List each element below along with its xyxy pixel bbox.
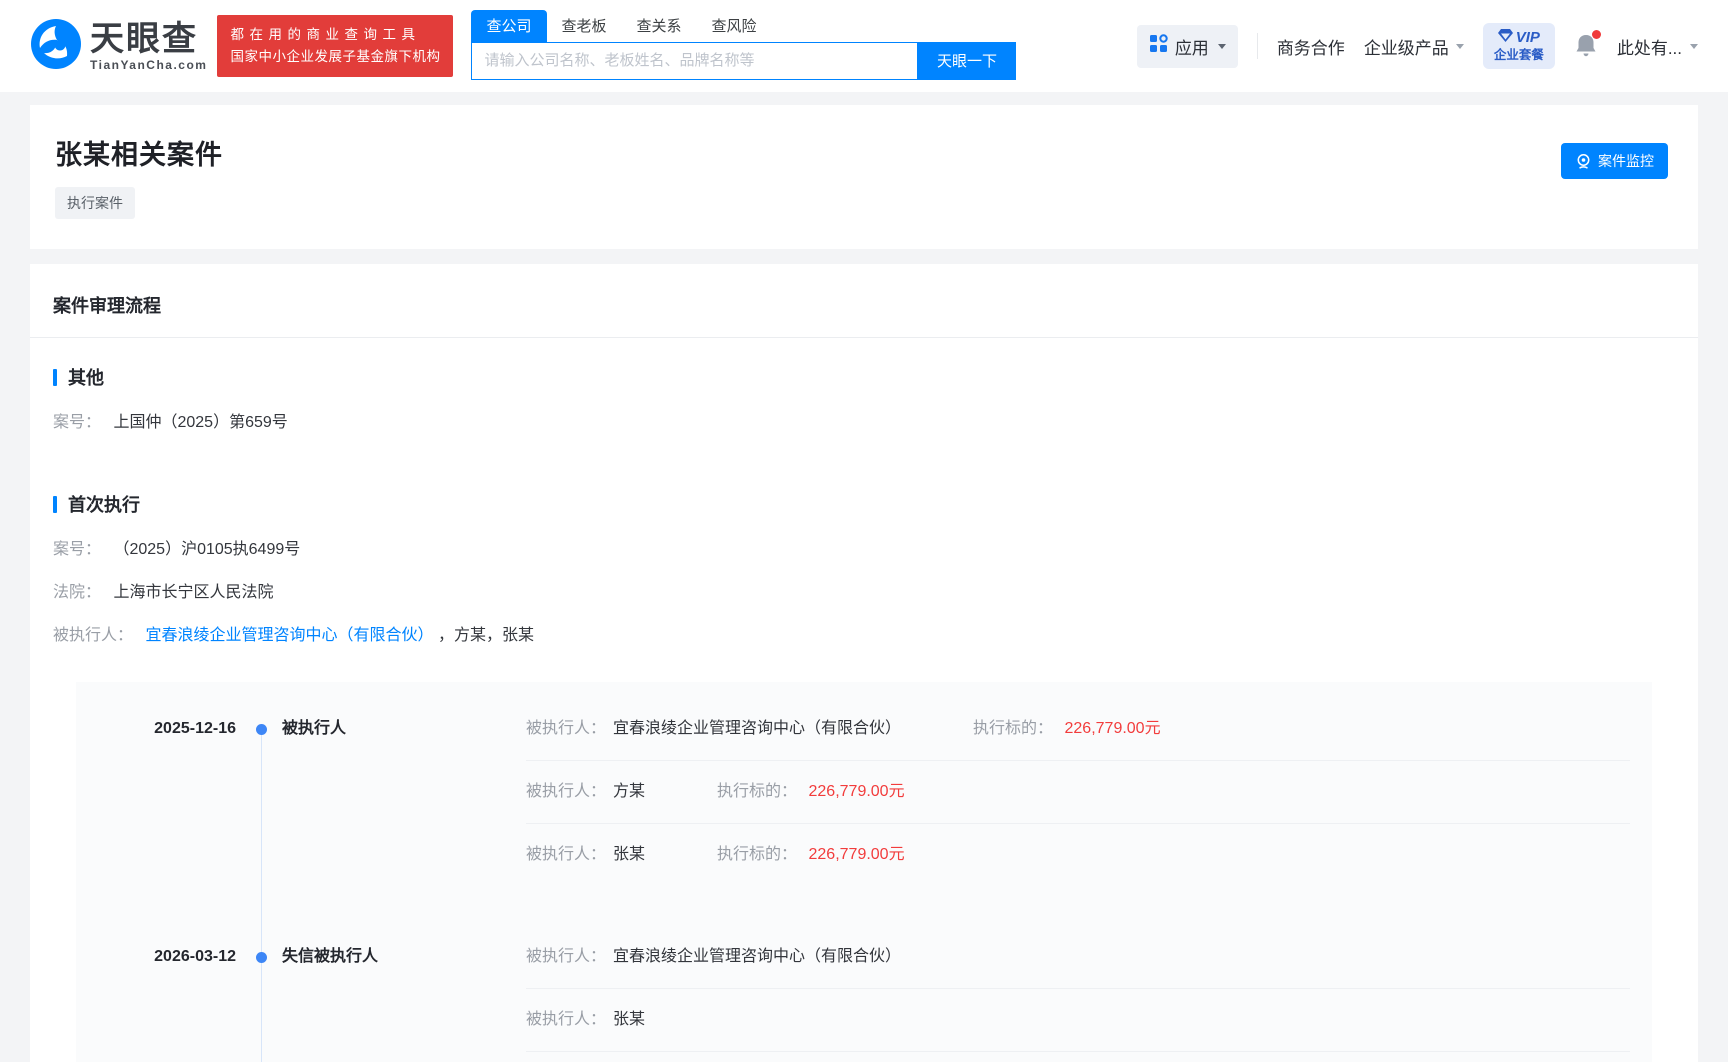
- apps-menu[interactable]: 应用: [1136, 24, 1238, 68]
- person-name: 张某: [613, 1011, 646, 1028]
- amount-value: 226,779.00元: [808, 783, 905, 800]
- row-label: 被执行人：: [526, 783, 607, 800]
- row-label: 被执行人：: [526, 1011, 607, 1028]
- timeline-row: 被执行人： 方某 执行标的： 226,779.00元: [526, 781, 1630, 824]
- case-process-card: 案件审理流程 其他 案号： 上国仲（2025）第659号 首次执行 案号： （2…: [30, 264, 1698, 1062]
- timeline-date: 2026-03-12: [154, 948, 236, 965]
- amount-value: 226,779.00元: [808, 846, 905, 863]
- row-label: 被执行人：: [526, 948, 607, 965]
- field-value: 上国仲（2025）第659号: [113, 414, 288, 431]
- company-link[interactable]: 宜春浪绫企业管理咨询中心（有限合伙）: [613, 946, 901, 968]
- vip-label: VIP: [1515, 28, 1540, 46]
- timeline-event-type: 失信被执行人: [282, 948, 379, 965]
- case-type-tag: 执行案件: [55, 187, 135, 219]
- heading-accent-bar: [53, 368, 57, 386]
- group-heading: 其他: [68, 368, 104, 388]
- company-link[interactable]: 宜春浪绫企业管理咨询中心（有限合伙）: [613, 718, 901, 740]
- case-monitor-button[interactable]: 案件监控: [1561, 143, 1668, 179]
- field-court: 法院： 上海市长宁区人民法院: [53, 583, 1675, 603]
- field-label: 案号：: [53, 541, 102, 558]
- nav-divider: [1256, 33, 1258, 59]
- person-name: 方某: [613, 783, 646, 800]
- notification-dot: [1591, 30, 1601, 39]
- top-header: 天眼查 TianYanCha.com 都在用的商业查询工具 国家中小企业发展子基…: [0, 0, 1728, 92]
- tab-search-company[interactable]: 查公司: [471, 9, 547, 42]
- case-group-first-execution: 首次执行 案号： （2025）沪0105执6499号 法院： 上海市长宁区人民法…: [30, 491, 1698, 1062]
- tab-search-relation[interactable]: 查关系: [622, 10, 697, 42]
- field-value-suffix: ，方某，张某: [437, 627, 534, 644]
- search-area: 查公司 查老板 查关系 查风险 天眼一下: [471, 9, 1017, 80]
- apps-menu-label: 应用: [1174, 38, 1209, 58]
- row-label: 被执行人：: [526, 720, 607, 737]
- field-value: （2025）沪0105执6499号: [113, 541, 301, 558]
- timeline-row: 被执行人： 宜春浪绫企业管理咨询中心（有限合伙） 执行标的： 226,779.0…: [526, 718, 1630, 761]
- field-executed-persons: 被执行人： 宜春浪绫企业管理咨询中心（有限合伙） ，方某，张某: [53, 626, 1675, 646]
- amount-value: 226,779.00元: [1064, 720, 1161, 737]
- vip-package-label: 企业套餐: [1493, 48, 1544, 63]
- nav-item-enterprise-label: 企业级产品: [1363, 38, 1449, 58]
- chevron-down-icon: [1455, 43, 1464, 49]
- tianyancha-logo-icon: [30, 18, 82, 75]
- field-label: 被执行人：: [53, 627, 134, 644]
- timeline-row: 被执行人： 宜春浪绫企业管理咨询中心（有限合伙）: [526, 946, 1630, 989]
- timeline-row: 被执行人： 张某: [526, 1009, 1630, 1052]
- page-title: 张某相关案件: [55, 140, 223, 170]
- user-menu-label: 此处有...: [1616, 38, 1682, 58]
- chevron-down-icon: [1217, 43, 1226, 49]
- field-value: 上海市长宁区人民法院: [113, 584, 274, 601]
- logo-subtitle: TianYanCha.com: [90, 57, 208, 72]
- nav-item-enterprise-products[interactable]: 企业级产品: [1364, 34, 1464, 59]
- promo-banner: 都在用的商业查询工具 国家中小企业发展子基金旗下机构: [217, 14, 454, 78]
- field-label: 案号：: [53, 414, 102, 431]
- amount-label: 执行标的：: [973, 720, 1054, 737]
- tab-search-risk[interactable]: 查风险: [697, 10, 772, 42]
- timeline-event-type: 被执行人: [282, 720, 347, 737]
- chevron-down-icon: [1690, 43, 1698, 49]
- header-nav: 应用 商务合作 企业级产品 VIP 企业套餐 此处有...: [1136, 23, 1698, 69]
- monitor-camera-icon: [1577, 153, 1590, 169]
- user-menu[interactable]: 此处有...: [1617, 34, 1698, 59]
- vip-package-badge[interactable]: VIP 企业套餐: [1482, 23, 1555, 69]
- divider: [30, 337, 1698, 338]
- amount-label: 执行标的：: [717, 846, 798, 863]
- heading-accent-bar: [53, 495, 57, 513]
- group-heading: 首次执行: [68, 495, 140, 515]
- person-name: 张某: [613, 846, 646, 863]
- row-label: 被执行人：: [526, 846, 607, 863]
- tianyancha-logo[interactable]: 天眼查 TianYanCha.com: [30, 18, 207, 75]
- tab-search-boss[interactable]: 查老板: [547, 10, 622, 42]
- nav-item-business-cooperation[interactable]: 商务合作: [1277, 34, 1345, 59]
- amount-label: 执行标的：: [717, 783, 798, 800]
- vip-gem-icon: [1497, 28, 1513, 48]
- search-button[interactable]: 天眼一下: [917, 41, 1017, 80]
- apps-grid-icon: [1149, 34, 1168, 58]
- timeline-dot-icon: [256, 724, 267, 735]
- search-tabs: 查公司 查老板 查关系 查风险: [471, 9, 1016, 42]
- case-group-other: 其他 案号： 上国仲（2025）第659号: [30, 364, 1698, 433]
- promo-line1: 都在用的商业查询工具: [230, 26, 421, 42]
- page-title-card: 张某相关案件 执行案件 案件监控: [30, 105, 1698, 249]
- timeline-group: 2026-03-12 失信被执行人 被执行人： 宜春浪绫企业管理咨询中心（有限合…: [76, 946, 1630, 1062]
- logo-title: 天眼查: [90, 19, 198, 58]
- field-label: 法院：: [53, 584, 102, 601]
- timeline-dot-icon: [256, 952, 267, 963]
- company-link[interactable]: 宜春浪绫企业管理咨询中心（有限合伙）: [145, 627, 433, 644]
- case-monitor-label: 案件监控: [1598, 153, 1654, 169]
- timeline-group: 2025-12-16 被执行人 被执行人： 宜春浪绫企业管理咨询中心（有限合伙）…: [76, 718, 1630, 886]
- field-case-number: 案号： 上国仲（2025）第659号: [53, 413, 1675, 433]
- timeline-date: 2025-12-16: [154, 720, 236, 737]
- timeline-row: 被执行人： 张某 执行标的： 226,779.00元: [526, 844, 1630, 886]
- notification-bell[interactable]: [1574, 30, 1601, 59]
- field-case-number: 案号： （2025）沪0105执6499号: [53, 540, 1675, 560]
- timeline-panel: 2025-12-16 被执行人 被执行人： 宜春浪绫企业管理咨询中心（有限合伙）…: [76, 682, 1652, 1062]
- promo-line2: 国家中小企业发展子基金旗下机构: [230, 49, 441, 64]
- section-title: 案件审理流程: [53, 296, 161, 316]
- search-input[interactable]: [471, 41, 918, 80]
